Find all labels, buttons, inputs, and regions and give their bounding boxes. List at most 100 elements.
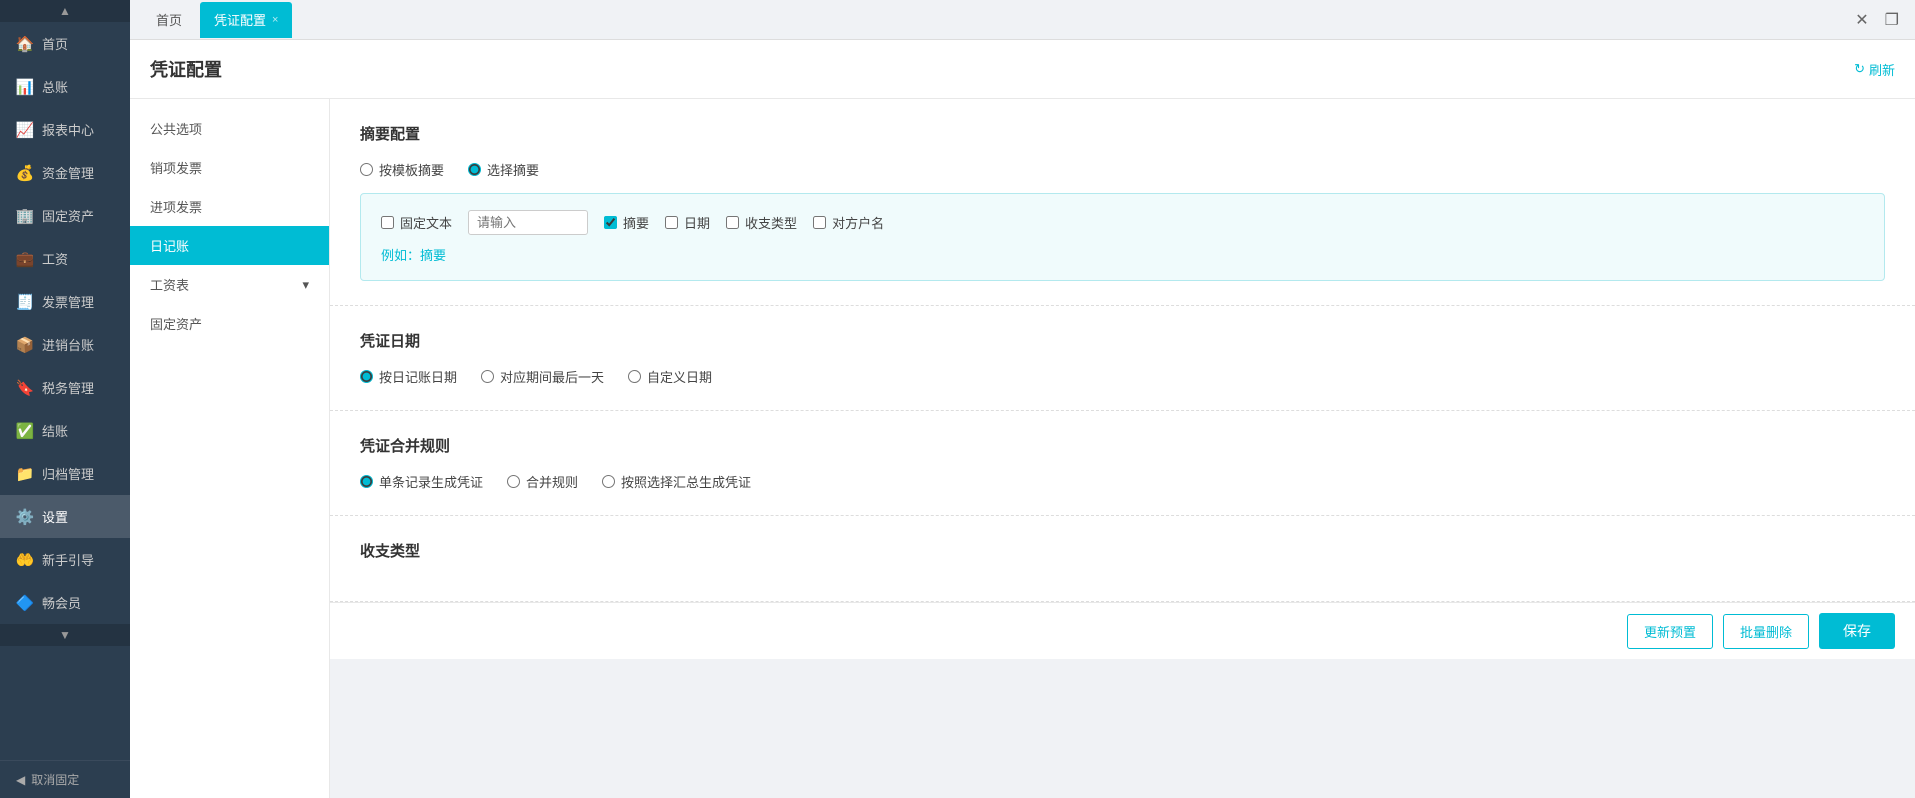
merge-rule-radio-label[interactable]: 合并规则 bbox=[507, 472, 578, 491]
sidebar-item-settlement[interactable]: ✅ 结账 bbox=[0, 409, 130, 452]
sidebar-scroll-up[interactable]: ▲ bbox=[0, 0, 130, 22]
bottom-action-bar: 更新预置 批量删除 保存 bbox=[330, 602, 1915, 659]
by-selection-radio[interactable] bbox=[602, 475, 615, 488]
left-nav-payroll-table[interactable]: 工资表 ▾ bbox=[130, 265, 329, 304]
summary-section-title: 摘要配置 bbox=[360, 123, 1885, 144]
sidebar-item-assets[interactable]: 🏢 固定资产 bbox=[0, 194, 130, 237]
sidebar-item-invoice[interactable]: 🧾 发票管理 bbox=[0, 280, 130, 323]
tab-bar-actions: ✕ ❐ bbox=[1851, 6, 1903, 34]
pin-icon: ◀ bbox=[16, 773, 25, 787]
vip-icon: 🔷 bbox=[16, 594, 34, 612]
summary-template-label: 按模板摘要 bbox=[379, 160, 444, 179]
summary-template-radio-label[interactable]: 按模板摘要 bbox=[360, 160, 444, 179]
summary-box: 固定文本 摘要 日期 bbox=[360, 193, 1885, 281]
journal-date-radio[interactable] bbox=[360, 370, 373, 383]
left-nav-journal-label: 日记账 bbox=[150, 236, 189, 255]
single-record-radio[interactable] bbox=[360, 475, 373, 488]
summary-select-radio[interactable] bbox=[468, 163, 481, 176]
sidebar-label-settlement: 结账 bbox=[42, 421, 68, 440]
income-type-checkbox[interactable] bbox=[726, 216, 739, 229]
tab-home[interactable]: 首页 bbox=[142, 2, 196, 38]
sidebar-label-assets: 固定资产 bbox=[42, 206, 94, 225]
tab-voucher[interactable]: 凭证配置 × bbox=[200, 2, 292, 38]
fixed-text-checkbox[interactable] bbox=[381, 216, 394, 229]
summary-select-label: 选择摘要 bbox=[487, 160, 539, 179]
left-nav-sales-invoice-label: 销项发票 bbox=[150, 158, 202, 177]
sidebar-item-vip[interactable]: 🔷 畅会员 bbox=[0, 581, 130, 624]
income-type-checkbox-text: 收支类型 bbox=[745, 213, 797, 232]
by-selection-label: 按照选择汇总生成凭证 bbox=[621, 472, 751, 491]
last-day-radio[interactable] bbox=[481, 370, 494, 383]
update-preview-button[interactable]: 更新预置 bbox=[1627, 614, 1713, 649]
left-nav-purchase-invoice[interactable]: 进项发票 bbox=[130, 187, 329, 226]
sidebar-item-payroll[interactable]: 💼 工资 bbox=[0, 237, 130, 280]
counterpart-checkbox[interactable] bbox=[813, 216, 826, 229]
assets-icon: 🏢 bbox=[16, 207, 34, 225]
home-icon: 🏠 bbox=[16, 35, 34, 53]
single-record-label: 单条记录生成凭证 bbox=[379, 472, 483, 491]
single-record-radio-label[interactable]: 单条记录生成凭证 bbox=[360, 472, 483, 491]
example-text: 例如：摘要 bbox=[381, 245, 1864, 264]
sidebar-item-funds[interactable]: 💰 资金管理 bbox=[0, 151, 130, 194]
left-nav-journal[interactable]: 日记账 bbox=[130, 226, 329, 265]
sidebar-item-ledger[interactable]: 📊 总账 bbox=[0, 65, 130, 108]
sidebar-label-sales-ledger: 进销台账 bbox=[42, 335, 94, 354]
sidebar-label-invoice: 发票管理 bbox=[42, 292, 94, 311]
sidebar-item-tax[interactable]: 🔖 税务管理 bbox=[0, 366, 130, 409]
last-day-radio-label[interactable]: 对应期间最后一天 bbox=[481, 367, 604, 386]
custom-date-radio-label[interactable]: 自定义日期 bbox=[628, 367, 712, 386]
fixed-text-input[interactable] bbox=[468, 210, 588, 235]
merge-rule-radio[interactable] bbox=[507, 475, 520, 488]
tab-voucher-label: 凭证配置 bbox=[214, 10, 266, 29]
funds-icon: 💰 bbox=[16, 164, 34, 182]
income-type-checkbox-label[interactable]: 收支类型 bbox=[726, 213, 797, 232]
summary-template-radio[interactable] bbox=[360, 163, 373, 176]
sidebar-item-sales-ledger[interactable]: 📦 进销台账 bbox=[0, 323, 130, 366]
sidebar-label-vip: 畅会员 bbox=[42, 593, 81, 612]
refresh-button[interactable]: ↻ 刷新 bbox=[1854, 60, 1895, 79]
sidebar-label-funds: 资金管理 bbox=[42, 163, 94, 182]
sidebar-label-settings: 设置 bbox=[42, 507, 68, 526]
save-button[interactable]: 保存 bbox=[1819, 613, 1895, 649]
left-nav-fixed-assets[interactable]: 固定资产 bbox=[130, 304, 329, 343]
date-checkbox[interactable] bbox=[665, 216, 678, 229]
summary-checkbox-label[interactable]: 摘要 bbox=[604, 213, 649, 232]
sidebar-item-home[interactable]: 🏠 首页 bbox=[0, 22, 130, 65]
merge-rules-radio-group: 单条记录生成凭证 合并规则 按照选择汇总生成凭证 bbox=[360, 472, 1885, 491]
restore-window-button[interactable]: ❐ bbox=[1881, 6, 1903, 34]
custom-date-radio[interactable] bbox=[628, 370, 641, 383]
counterpart-checkbox-label[interactable]: 对方户名 bbox=[813, 213, 884, 232]
sidebar-item-reports[interactable]: 📈 报表中心 bbox=[0, 108, 130, 151]
right-content[interactable]: 摘要配置 按模板摘要 选择摘要 bbox=[330, 99, 1915, 798]
example-value: 摘要 bbox=[420, 248, 446, 263]
batch-delete-button[interactable]: 批量删除 bbox=[1723, 614, 1809, 649]
chevron-down-icon: ▾ bbox=[302, 277, 309, 293]
summary-select-radio-label[interactable]: 选择摘要 bbox=[468, 160, 539, 179]
close-window-button[interactable]: ✕ bbox=[1851, 6, 1872, 34]
voucher-date-title: 凭证日期 bbox=[360, 330, 1885, 351]
date-checkbox-text: 日期 bbox=[684, 213, 710, 232]
by-selection-radio-label[interactable]: 按照选择汇总生成凭证 bbox=[602, 472, 751, 491]
summary-checkbox[interactable] bbox=[604, 216, 617, 229]
sidebar-item-guide[interactable]: 🤲 新手引导 bbox=[0, 538, 130, 581]
left-nav-sales-invoice[interactable]: 销项发票 bbox=[130, 148, 329, 187]
tab-close-icon[interactable]: × bbox=[272, 14, 278, 26]
sidebar: ▲ 🏠 首页 📊 总账 📈 报表中心 💰 资金管理 🏢 固定资产 💼 工资 🧾 … bbox=[0, 0, 130, 798]
left-nav-public[interactable]: 公共选项 bbox=[130, 109, 329, 148]
page-title: 凭证配置 bbox=[150, 56, 222, 82]
date-checkbox-label[interactable]: 日期 bbox=[665, 213, 710, 232]
main-area: 首页 凭证配置 × ✕ ❐ 凭证配置 ↻ 刷新 公共选项 bbox=[130, 0, 1915, 798]
voucher-date-section: 凭证日期 按日记账日期 对应期间最后一天 自定义日期 bbox=[330, 306, 1915, 411]
sidebar-scroll-down[interactable]: ▼ bbox=[0, 624, 130, 646]
income-type-title: 收支类型 bbox=[360, 540, 1885, 561]
tab-bar: 首页 凭证配置 × ✕ ❐ bbox=[130, 0, 1915, 40]
settings-icon: ⚙️ bbox=[16, 508, 34, 526]
fixed-text-checkbox-label[interactable]: 固定文本 bbox=[381, 213, 452, 232]
ledger-icon: 📊 bbox=[16, 78, 34, 96]
cancel-pin-button[interactable]: ◀ 取消固定 bbox=[0, 760, 130, 798]
refresh-icon: ↻ bbox=[1854, 61, 1865, 77]
sidebar-item-archive[interactable]: 📁 归档管理 bbox=[0, 452, 130, 495]
sidebar-item-settings[interactable]: ⚙️ 设置 bbox=[0, 495, 130, 538]
sidebar-label-guide: 新手引导 bbox=[42, 550, 94, 569]
journal-date-radio-label[interactable]: 按日记账日期 bbox=[360, 367, 457, 386]
